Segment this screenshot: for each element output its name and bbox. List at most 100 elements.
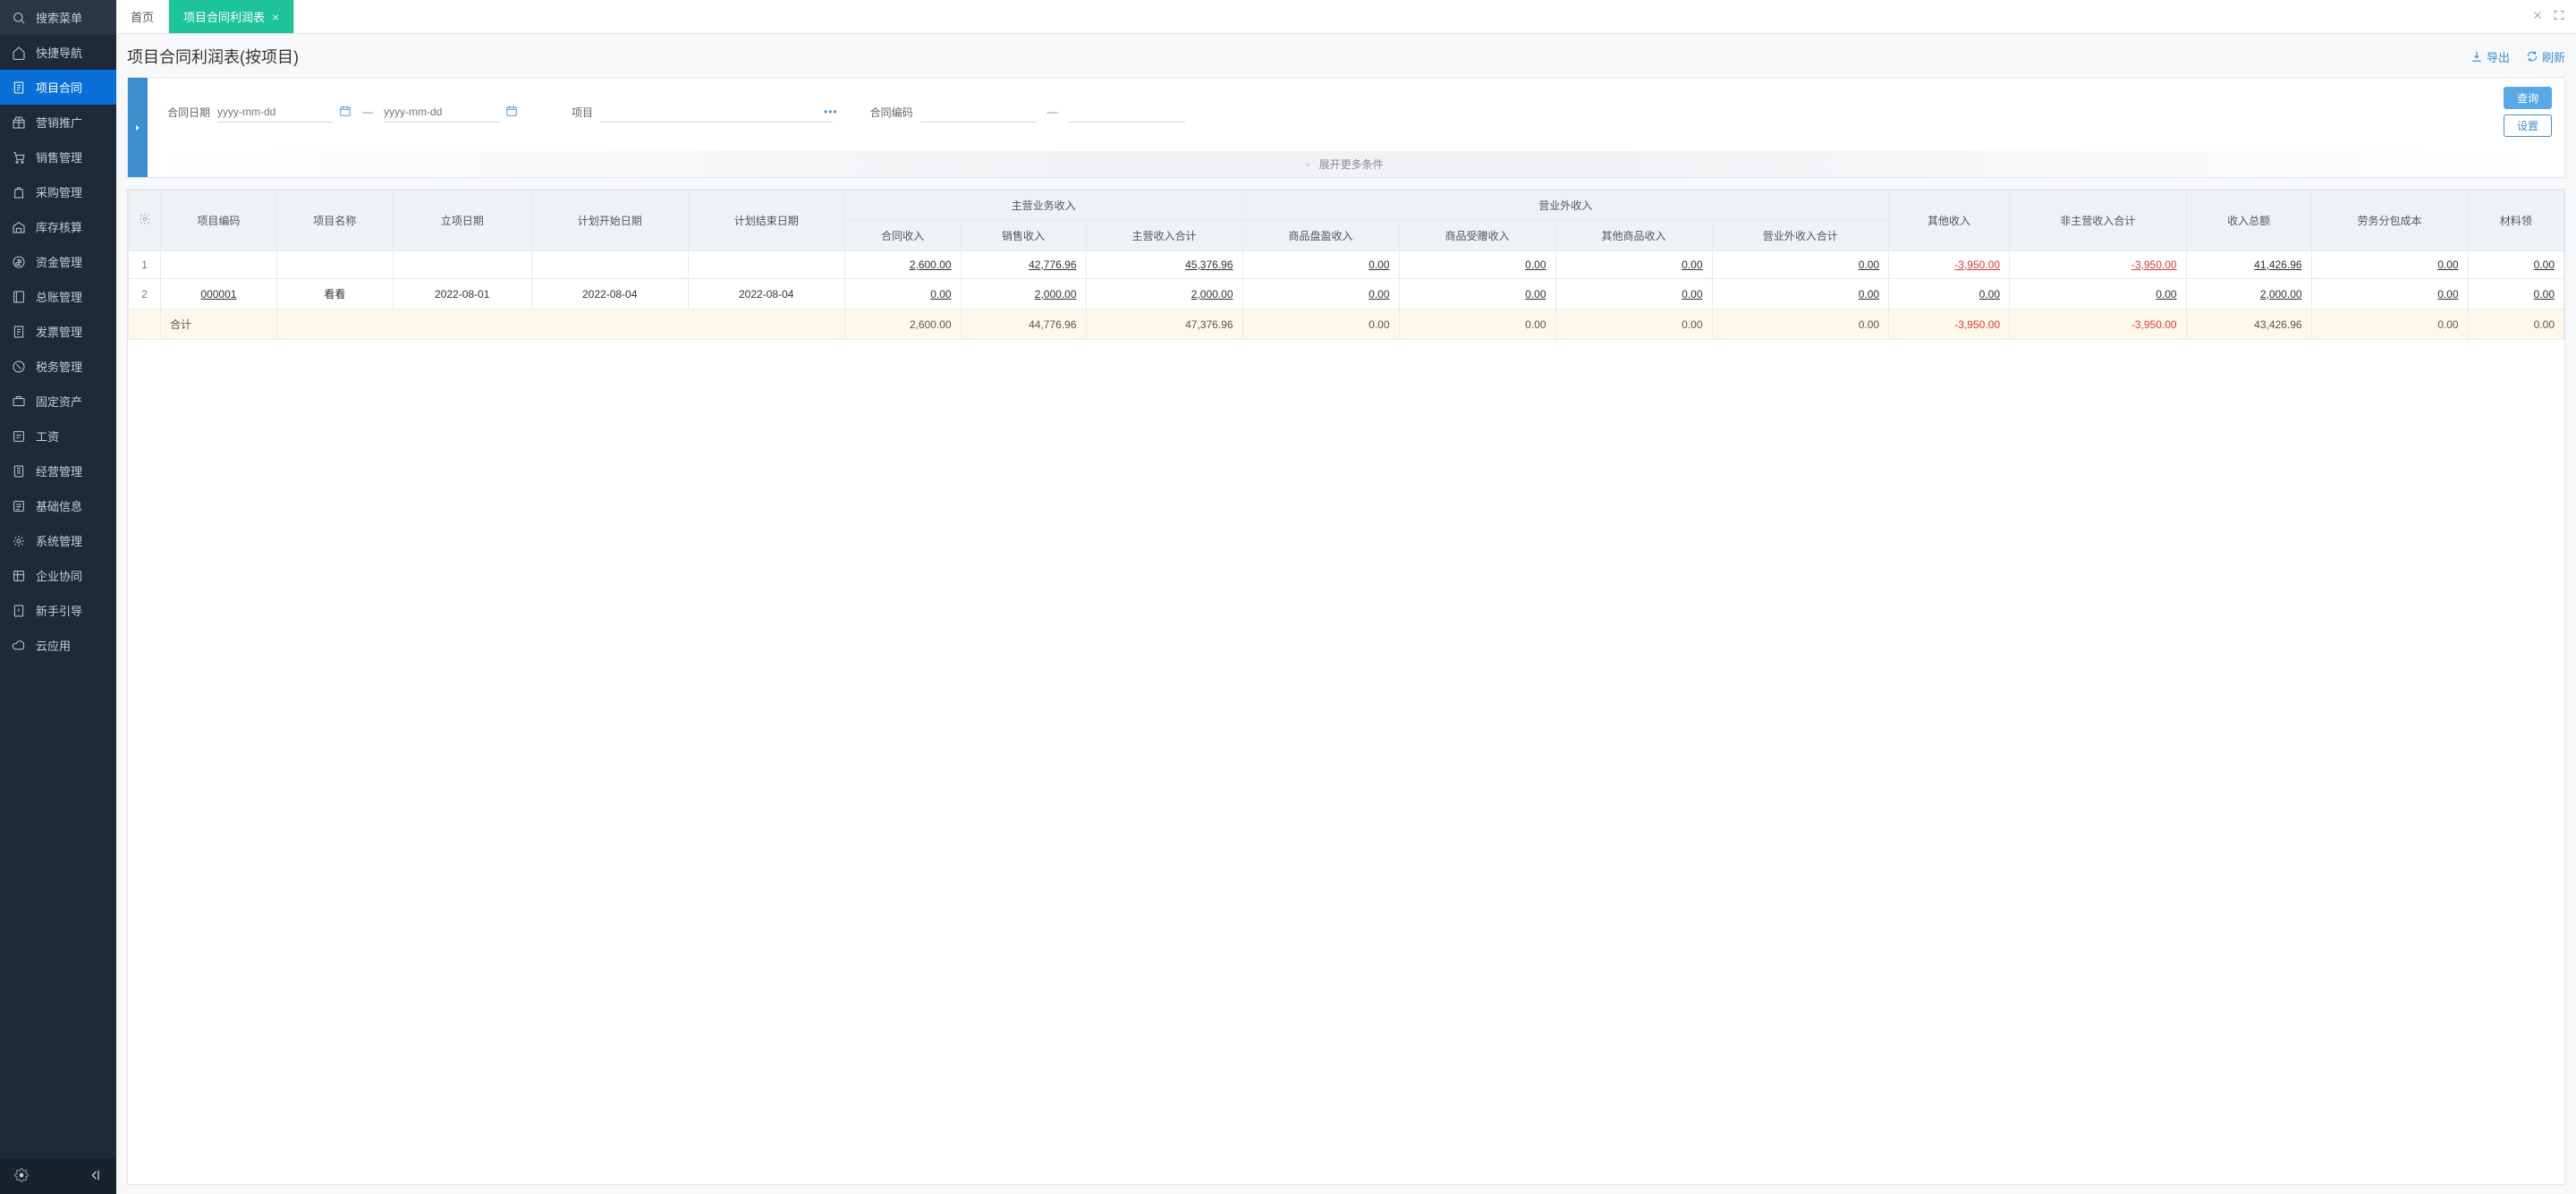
search-button[interactable]: 查询 <box>2504 87 2552 109</box>
collapse-sidebar-icon[interactable] <box>88 1168 102 1185</box>
cell-contract-income[interactable]: 0.00 <box>844 279 961 309</box>
sidebar-item[interactable]: 总账管理 <box>0 279 116 314</box>
cell-labor-cost[interactable]: 0.00 <box>2311 279 2468 309</box>
sidebar-item[interactable]: 快捷导航 <box>0 35 116 70</box>
close-all-icon[interactable] <box>2531 9 2544 24</box>
cell-sales-income[interactable]: 42,776.96 <box>961 251 1086 279</box>
cell-income-total[interactable]: 41,426.96 <box>2186 251 2311 279</box>
sidebar-item[interactable]: 经营管理 <box>0 453 116 488</box>
sidebar-item[interactable]: 固定资产 <box>0 384 116 419</box>
cell-main-income-total[interactable]: 2,000.00 <box>1086 279 1242 309</box>
settings-button[interactable]: 设置 <box>2504 114 2552 137</box>
col-plan-end[interactable]: 计划结束日期 <box>688 191 844 251</box>
profit-table: 项目编码 项目名称 立项日期 计划开始日期 计划结束日期 主营业务收入 营业外收… <box>128 190 2564 340</box>
table-row[interactable]: 2 000001 看看 2022-08-01 2022-08-04 2022-0… <box>129 279 2564 309</box>
expand-filters[interactable]: 展开更多条件 <box>148 151 2539 177</box>
col-goods-donation[interactable]: 商品受赠收入 <box>1399 221 1555 251</box>
sidebar-item[interactable]: 营销推广 <box>0 105 116 140</box>
col-sales-income[interactable]: 销售收入 <box>961 221 1086 251</box>
project-input[interactable] <box>600 102 833 123</box>
cell-other-goods[interactable]: 0.00 <box>1555 251 1712 279</box>
col-other-income[interactable]: 其他收入 <box>1889 191 2010 251</box>
bag-icon <box>11 184 27 200</box>
sidebar-scroll[interactable]: 搜索菜单 快捷导航 项目合同 营销推广 销售管理 采购管理 库存核算 资金管理 <box>0 0 116 1158</box>
col-config-header[interactable] <box>129 191 161 251</box>
col-init-date[interactable]: 立项日期 <box>393 191 531 251</box>
col-nonmain-total[interactable]: 非主营收入合计 <box>2010 191 2187 251</box>
close-icon[interactable]: × <box>272 10 279 24</box>
cell-nonmain-total[interactable]: -3,950.00 <box>2010 251 2187 279</box>
sidebar-item-label: 资金管理 <box>36 253 106 270</box>
more-icon[interactable]: ••• <box>824 106 838 118</box>
col-material-cost[interactable]: 材料领 <box>2468 191 2563 251</box>
export-label: 导出 <box>2487 48 2510 65</box>
cell-sales-income[interactable]: 2,000.00 <box>961 279 1086 309</box>
fullscreen-icon[interactable] <box>2553 9 2565 24</box>
cell-material-cost[interactable]: 0.00 <box>2468 251 2563 279</box>
sidebar-item[interactable]: 采购管理 <box>0 174 116 209</box>
col-project-code[interactable]: 项目编码 <box>161 191 277 251</box>
cell-income-total[interactable]: 2,000.00 <box>2186 279 2311 309</box>
cell-project-code[interactable]: 000001 <box>161 279 277 309</box>
col-main-income-total[interactable]: 主营收入合计 <box>1086 221 1242 251</box>
sidebar-item[interactable]: 新手引导 <box>0 593 116 628</box>
sidebar-item[interactable]: 工资 <box>0 419 116 453</box>
date-from-input[interactable] <box>217 102 334 123</box>
table-row[interactable]: 1 2,600.00 42,776.96 45,376.96 0.00 0.00… <box>129 251 2564 279</box>
col-goods-surplus[interactable]: 商品盘盈收入 <box>1242 221 1399 251</box>
calendar-icon[interactable] <box>505 105 518 120</box>
date-to-input[interactable] <box>384 102 500 123</box>
export-button[interactable]: 导出 <box>2470 48 2510 65</box>
calendar-icon[interactable] <box>339 105 352 120</box>
table-head: 项目编码 项目名称 立项日期 计划开始日期 计划结束日期 主营业务收入 营业外收… <box>129 191 2564 251</box>
sidebar-item[interactable]: 税务管理 <box>0 349 116 384</box>
col-labor-cost[interactable]: 劳务分包成本 <box>2311 191 2468 251</box>
settings-icon[interactable] <box>14 1168 29 1185</box>
col-contract-income[interactable]: 合同收入 <box>844 221 961 251</box>
sidebar-item-label: 营销推广 <box>36 114 106 131</box>
tab-active[interactable]: 项目合同利润表 × <box>169 0 294 33</box>
cell-goods-donation[interactable]: 0.00 <box>1399 279 1555 309</box>
col-income-total[interactable]: 收入总额 <box>2186 191 2311 251</box>
cell-other-goods[interactable]: 0.00 <box>1555 279 1712 309</box>
gift-icon <box>11 114 27 131</box>
cell-nonmain-total[interactable]: 0.00 <box>2010 279 2187 309</box>
sidebar-item[interactable]: 销售管理 <box>0 140 116 174</box>
sidebar-item[interactable]: 项目合同 <box>0 70 116 105</box>
col-project-name[interactable]: 项目名称 <box>276 191 393 251</box>
sidebar-item[interactable]: 搜索菜单 <box>0 0 116 35</box>
cell-contract-income[interactable]: 2,600.00 <box>844 251 961 279</box>
col-other-goods[interactable]: 其他商品收入 <box>1555 221 1712 251</box>
sidebar-item[interactable]: 企业协同 <box>0 558 116 593</box>
filter-project-group: 项目 ••• <box>543 102 838 123</box>
cell-goods-surplus[interactable]: 0.00 <box>1242 251 1399 279</box>
sidebar-item[interactable]: 发票管理 <box>0 314 116 349</box>
salary-icon <box>11 428 27 445</box>
cell-material-cost[interactable]: 0.00 <box>2468 279 2563 309</box>
cell-other-income[interactable]: -3,950.00 <box>1889 251 2010 279</box>
sidebar-item[interactable]: 基础信息 <box>0 488 116 523</box>
col-nonop-total[interactable]: 营业外收入合计 <box>1712 221 1889 251</box>
sidebar-item[interactable]: 资金管理 <box>0 244 116 279</box>
contractno-from-input[interactable] <box>920 102 1037 123</box>
refresh-button[interactable]: 刷新 <box>2526 48 2565 65</box>
table-scroll[interactable]: 项目编码 项目名称 立项日期 计划开始日期 计划结束日期 主营业务收入 营业外收… <box>128 190 2564 1184</box>
footer-sales-income: 44,776.96 <box>961 309 1086 340</box>
cell-main-income-total[interactable]: 45,376.96 <box>1086 251 1242 279</box>
cell-goods-donation[interactable]: 0.00 <box>1399 251 1555 279</box>
contractno-to-input[interactable] <box>1069 102 1185 123</box>
warehouse-icon <box>11 219 27 235</box>
sys-icon <box>11 533 27 549</box>
cell-other-income[interactable]: 0.00 <box>1889 279 2010 309</box>
sidebar-item[interactable]: 系统管理 <box>0 523 116 558</box>
sidebar-item[interactable]: 云应用 <box>0 628 116 663</box>
sidebar-item[interactable]: 库存核算 <box>0 209 116 244</box>
tab-home[interactable]: 首页 <box>116 0 169 33</box>
cell-labor-cost[interactable]: 0.00 <box>2311 251 2468 279</box>
cell-nonop-total[interactable]: 0.00 <box>1712 251 1889 279</box>
cell-nonop-total[interactable]: 0.00 <box>1712 279 1889 309</box>
col-plan-start[interactable]: 计划开始日期 <box>531 191 688 251</box>
cell-goods-surplus[interactable]: 0.00 <box>1242 279 1399 309</box>
cell-plan-start: 2022-08-04 <box>531 279 688 309</box>
filter-collapse-toggle[interactable] <box>128 78 148 177</box>
